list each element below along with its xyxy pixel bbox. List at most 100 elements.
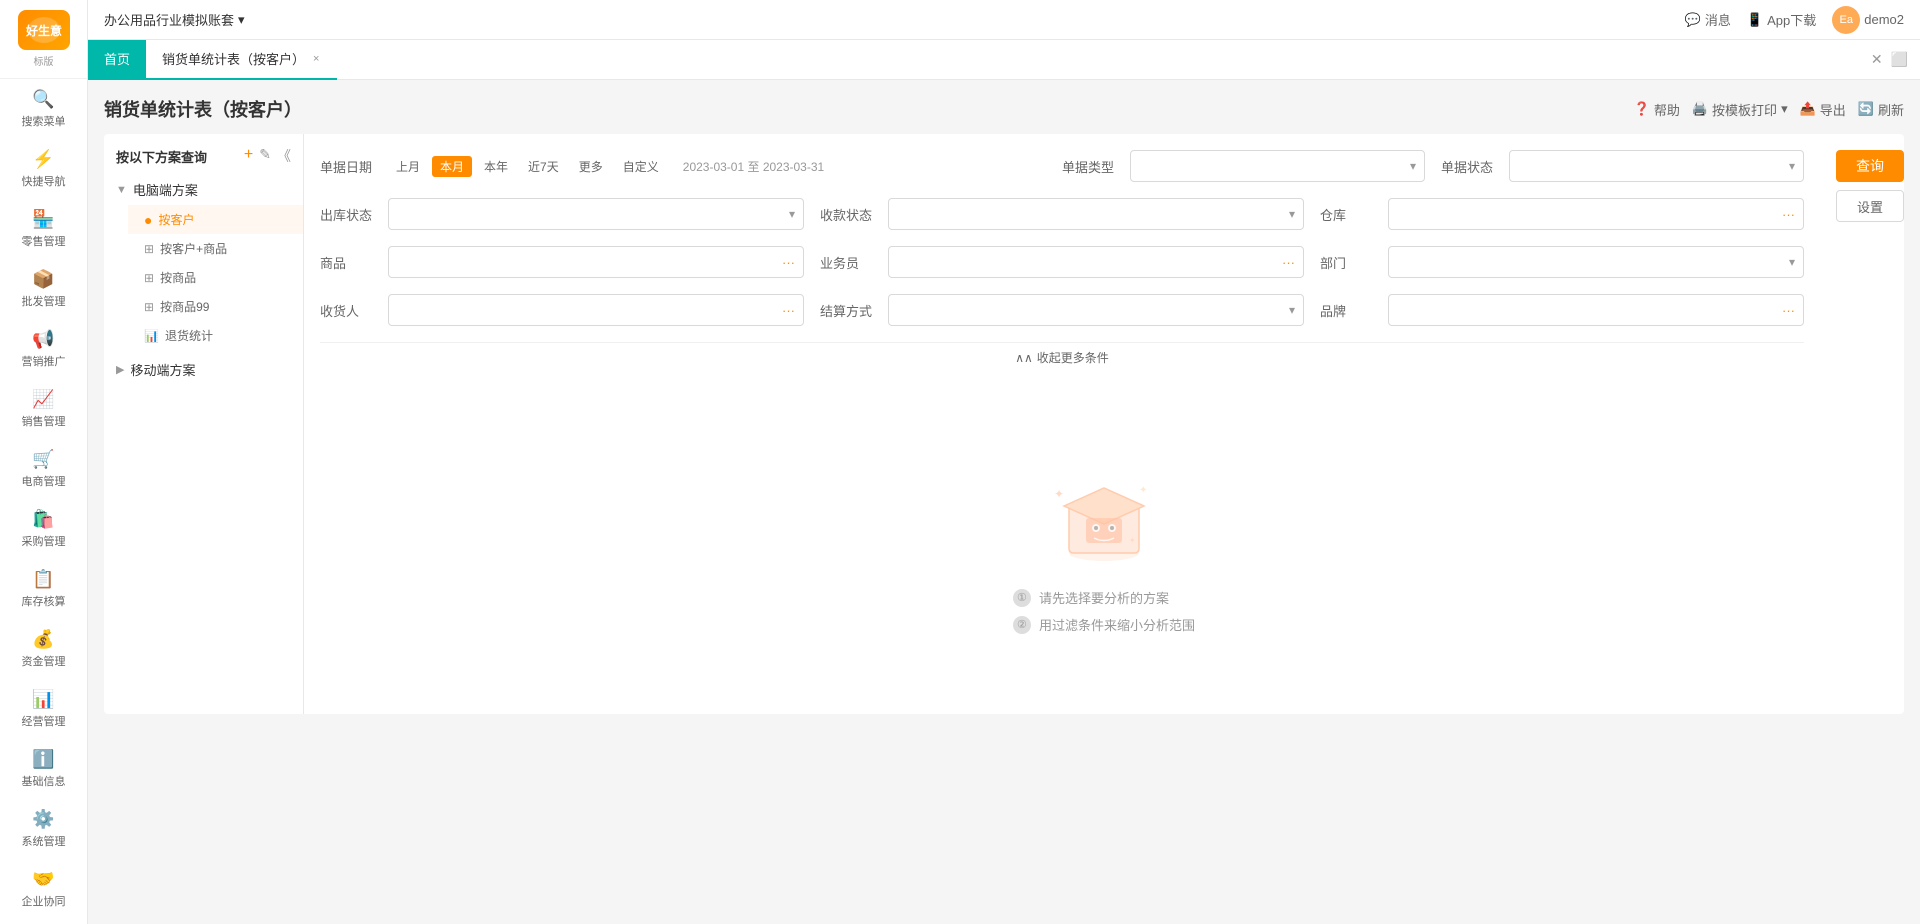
sidebar-item-sales-mgmt[interactable]: 📈 销售管理 (0, 379, 87, 439)
tab-close-icon[interactable]: × (311, 52, 321, 66)
sidebar-item-system-mgmt[interactable]: ⚙️ 系统管理 (0, 799, 87, 859)
tree-item-by-customer-goods-icon: ⊞ (144, 242, 154, 256)
app-selector[interactable]: 办公用品行业模拟账套 ▾ (104, 10, 245, 29)
filter-dept-label: 部门 (1320, 253, 1380, 272)
sidebar-item-label-ecommerce: 电商管理 (22, 473, 66, 489)
header-right: 💬 消息 📱 App下载 Ea demo2 (1685, 6, 1904, 34)
refresh-button[interactable]: 🔄 刷新 (1858, 100, 1904, 119)
tab-sales-stats[interactable]: 销货单统计表（按客户） × (146, 40, 337, 80)
export-button[interactable]: 📤 导出 (1800, 100, 1846, 119)
system-icon: ⚙️ (32, 809, 54, 830)
filter-receiver-select[interactable]: ··· (388, 294, 804, 326)
print-icon: 🖨️ (1692, 101, 1708, 117)
date-tab-more[interactable]: 更多 (571, 156, 611, 177)
collapse-bar[interactable]: ∧∧ 收起更多条件 (320, 342, 1804, 372)
inventory-icon: 📋 (32, 569, 54, 590)
sidebar-item-quick-nav[interactable]: ⚡ 快捷导航 (0, 139, 87, 199)
sidebar-item-finance-mgmt[interactable]: 💰 资金管理 (0, 619, 87, 679)
wholesale-icon: 📦 (32, 269, 54, 290)
filter-payment-label: 结算方式 (820, 301, 880, 320)
app-download-button[interactable]: 📱 App下载 (1747, 10, 1816, 29)
filter-dept-select[interactable]: ▾ (1388, 246, 1804, 278)
tree-mobile-label: 移动端方案 (130, 360, 195, 379)
sidebar-item-basic-info[interactable]: ℹ️ 基础信息 (0, 739, 87, 799)
sidebar-item-label-purchase: 采购管理 (22, 533, 66, 549)
sidebar-item-ecommerce-mgmt[interactable]: 🛒 电商管理 (0, 439, 87, 499)
tree-item-by-customer[interactable]: ● 按客户 (128, 205, 303, 234)
receiver-dots-icon[interactable]: ··· (782, 303, 795, 318)
search-menu-icon: 🔍 (32, 89, 54, 110)
sidebar-item-label-retail: 零售管理 (22, 233, 66, 249)
sidebar-item-retail-mgmt[interactable]: 🏪 零售管理 (0, 199, 87, 259)
tab-home[interactable]: 首页 (88, 40, 146, 80)
dept-chevron-icon: ▾ (1789, 255, 1795, 269)
collab-icon: 🤝 (32, 869, 54, 890)
tab-maximize-icon[interactable]: ⬜ (1891, 51, 1908, 68)
tree-desktop-expand-icon: ▼ (116, 184, 127, 196)
date-tab-last-month[interactable]: 上月 (388, 156, 428, 177)
tree-item-by-goods[interactable]: ⊞ 按商品 (128, 263, 303, 292)
tree-item-by-customer-goods[interactable]: ⊞ 按客户+商品 (128, 234, 303, 263)
export-icon: 📤 (1800, 101, 1816, 117)
panel-add-button[interactable]: + (244, 146, 253, 166)
panel-edit-button[interactable]: ✎ (259, 146, 271, 166)
filter-goods-select[interactable]: ··· (388, 246, 804, 278)
filter-staff-select[interactable]: ··· (888, 246, 1304, 278)
sidebar-item-label-search-menu: 搜索菜单 (22, 113, 66, 129)
out-status-chevron-icon: ▾ (789, 207, 795, 221)
sidebar-item-inventory-check[interactable]: 📋 库存核算 (0, 559, 87, 619)
help-button[interactable]: ❓ 帮助 (1634, 100, 1680, 119)
panel-collapse-button[interactable]: 《 (277, 146, 291, 166)
sidebar-item-wholesale-mgmt[interactable]: 📦 批发管理 (0, 259, 87, 319)
page-actions: ❓ 帮助 🖨️ 按模板打印 ▾ 📤 导出 🔄 刷新 (1634, 100, 1904, 119)
tree-mobile-expand-icon: ▶ (116, 363, 124, 376)
filter-doc-status-select[interactable]: ▾ (1509, 150, 1804, 182)
filter-staff-label: 业务员 (820, 253, 880, 272)
settings-button[interactable]: 设置 (1836, 190, 1904, 222)
sidebar-item-operation-mgmt[interactable]: 📊 经营管理 (0, 679, 87, 739)
sidebar-item-label-quick-nav: 快捷导航 (22, 173, 66, 189)
filter-out-status-select[interactable]: ▾ (388, 198, 804, 230)
filter-warehouse-select[interactable]: ··· (1388, 198, 1804, 230)
query-button[interactable]: 查询 (1836, 150, 1904, 182)
tree-item-return-stats[interactable]: 📊 退货统计 (128, 321, 303, 350)
doc-status-chevron-icon: ▾ (1789, 159, 1795, 173)
page-title-bar: 销货单统计表（按客户） ❓ 帮助 🖨️ 按模板打印 ▾ 📤 导出 🔄 刷新 (104, 96, 1904, 122)
staff-dots-icon[interactable]: ··· (1282, 255, 1295, 270)
sidebar-item-purchase-mgmt[interactable]: 🛍️ 采购管理 (0, 499, 87, 559)
date-tab-this-year[interactable]: 本年 (476, 156, 516, 177)
filter-row-1: 单据日期 上月 本月 本年 近7天 更多 自定义 2023-03-01 至 20… (320, 150, 1804, 182)
filter-doc-type: 单据类型 ▾ (1062, 150, 1425, 182)
filter-row-2: 出库状态 ▾ 收款状态 ▾ (320, 198, 1804, 230)
refresh-label: 刷新 (1878, 100, 1904, 119)
warehouse-dots-icon[interactable]: ··· (1782, 207, 1795, 222)
tab-sales-stats-label: 销货单统计表（按客户） (162, 49, 305, 68)
tree-item-by-goods-99[interactable]: ⊞ 按商品99 (128, 292, 303, 321)
goods-dots-icon[interactable]: ··· (782, 255, 795, 270)
filter-collect-status-select[interactable]: ▾ (888, 198, 1304, 230)
brand-dots-icon[interactable]: ··· (1782, 303, 1795, 318)
user-area[interactable]: Ea demo2 (1832, 6, 1904, 34)
filter-payment-select[interactable]: ▾ (888, 294, 1304, 326)
sidebar-item-search-menu[interactable]: 🔍 搜索菜单 (0, 79, 87, 139)
tree-item-return-stats-label: 退货统计 (165, 327, 213, 344)
date-tab-this-month[interactable]: 本月 (432, 156, 472, 177)
message-button[interactable]: 💬 消息 (1685, 10, 1731, 29)
tab-minimize-icon[interactable]: ✕ (1871, 51, 1883, 68)
sidebar-item-enterprise-collab[interactable]: 🤝 企业协同 (0, 859, 87, 919)
filter-date-label: 单据日期 (320, 157, 380, 176)
tree-item-by-customer-goods-label: 按客户+商品 (160, 240, 227, 257)
top-header: 办公用品行业模拟账套 ▾ 💬 消息 📱 App下载 Ea demo2 (88, 0, 1920, 40)
date-tab-custom[interactable]: 自定义 (615, 156, 667, 177)
filter-doc-type-select[interactable]: ▾ (1130, 150, 1425, 182)
help-label: 帮助 (1654, 100, 1680, 119)
sidebar-item-marketing[interactable]: 📢 营销推广 (0, 319, 87, 379)
date-tab-last-7-days[interactable]: 近7天 (520, 156, 567, 177)
filter-dept: 部门 ▾ (1320, 246, 1804, 278)
filter-receiver: 收货人 ··· (320, 294, 804, 326)
tree-mobile-group: ▶ 移动端方案 (104, 354, 303, 385)
sidebar-item-newbie-guide[interactable]: 🎯 新手引导 (0, 919, 87, 924)
tree-item-by-goods-label: 按商品 (160, 269, 196, 286)
filter-brand-select[interactable]: ··· (1388, 294, 1804, 326)
print-button[interactable]: 🖨️ 按模板打印 ▾ (1692, 100, 1788, 119)
